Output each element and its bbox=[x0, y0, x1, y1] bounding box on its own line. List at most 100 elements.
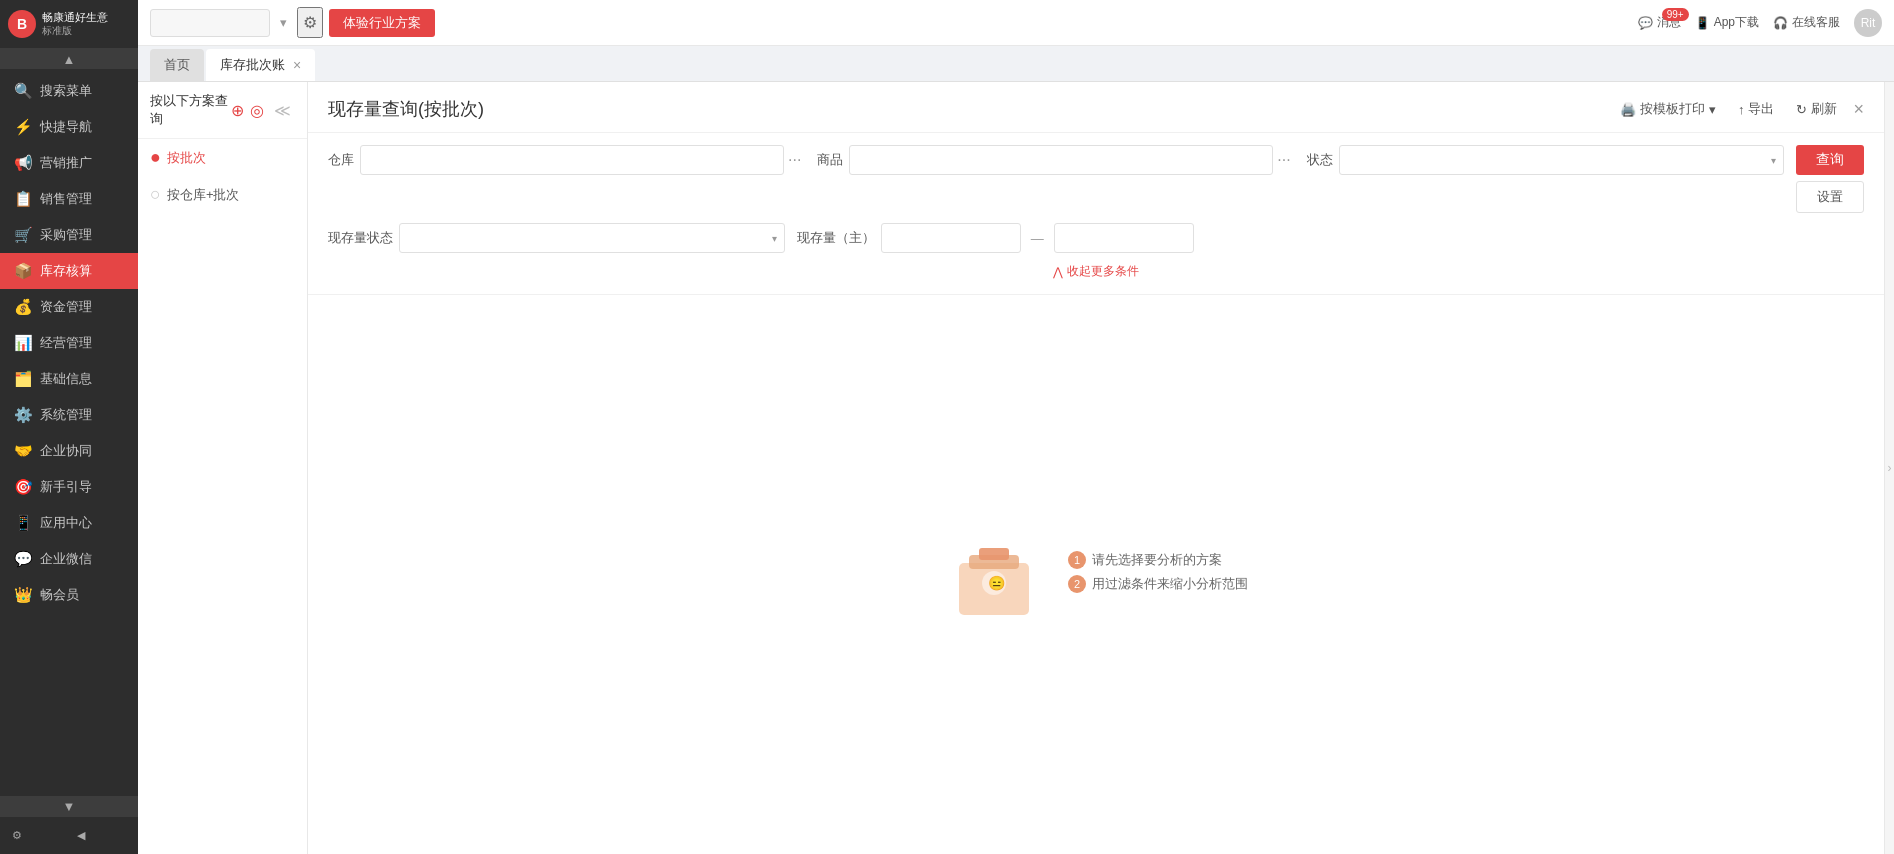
online-service-button[interactable]: 🎧 在线客服 bbox=[1773, 14, 1840, 31]
sidebar-item-appstore[interactable]: 📱 应用中心 bbox=[0, 505, 138, 541]
sidebar-item-label: 搜索菜单 bbox=[40, 82, 92, 100]
hint-number-2: 2 bbox=[1068, 575, 1086, 593]
warehouse-dots-button[interactable]: ··· bbox=[784, 151, 805, 169]
close-page-button[interactable]: × bbox=[1853, 99, 1864, 120]
app-title: 畅康通好生意 bbox=[42, 10, 108, 24]
sidebar-item-finance[interactable]: 💰 资金管理 bbox=[0, 289, 138, 325]
status-filter-label: 状态 bbox=[1307, 151, 1333, 169]
settings-button[interactable]: 设置 bbox=[1796, 181, 1864, 213]
sidebar-item-marketing[interactable]: 📢 营销推广 bbox=[0, 145, 138, 181]
scheme-item-by-warehouse-batch[interactable]: ○ 按仓库+批次 bbox=[138, 176, 307, 213]
messages-button[interactable]: 💬 消息 99+ bbox=[1638, 14, 1681, 31]
sidebar-item-member[interactable]: 👑 畅会员 bbox=[0, 577, 138, 613]
sidebar-item-search[interactable]: 🔍 搜索菜单 bbox=[0, 73, 138, 109]
refresh-button[interactable]: ↻ 刷新 bbox=[1790, 96, 1843, 122]
svg-rect-2 bbox=[979, 548, 1009, 560]
app-download-button[interactable]: 📱 App下载 bbox=[1695, 14, 1759, 31]
print-chevron-icon: ▾ bbox=[1709, 102, 1716, 117]
sidebar: B 畅康通好生意 标准版 ▲ 🔍 搜索菜单 ⚡ 快捷导航 📢 营销推广 📋 销售 bbox=[0, 0, 138, 854]
left-panel-actions: ⊕ ◎ ≪ bbox=[231, 97, 295, 124]
messages-badge: 99+ bbox=[1662, 8, 1689, 21]
sidebar-item-label: 销售管理 bbox=[40, 190, 92, 208]
product-dots-button[interactable]: ··· bbox=[1273, 151, 1294, 169]
inventory-status-label: 现存量状态 bbox=[328, 229, 393, 247]
side-collapse-handle[interactable]: › bbox=[1884, 82, 1894, 854]
sidebar-item-label: 企业协同 bbox=[40, 442, 92, 460]
collapse-filter-button[interactable]: ⋀ 收起更多条件 bbox=[1051, 261, 1141, 282]
refresh-label: 刷新 bbox=[1811, 100, 1837, 118]
empty-svg: 😑 bbox=[944, 525, 1044, 625]
sidebar-settings-button[interactable]: ⚙ bbox=[8, 825, 65, 846]
filter-area: 仓库 ··· 商品 ··· bbox=[308, 133, 1884, 295]
message-icon: 💬 bbox=[1638, 16, 1653, 30]
settings-icon: ⚙ bbox=[12, 829, 22, 842]
tab-inventory-batch[interactable]: 库存批次账 × bbox=[206, 49, 315, 81]
sidebar-item-basic[interactable]: 🗂️ 基础信息 bbox=[0, 361, 138, 397]
enterprise-icon: 🤝 bbox=[14, 442, 32, 460]
side-collapse-icon: › bbox=[1888, 461, 1892, 475]
topbar-right: 💬 消息 99+ 📱 App下载 🎧 在线客服 Rit bbox=[1638, 9, 1882, 37]
gear-icon: ⚙ bbox=[303, 14, 317, 31]
topbar-search-input[interactable] bbox=[150, 9, 270, 37]
inventory-amount-max-input[interactable] bbox=[1054, 223, 1194, 253]
quick-nav-icon: ⚡ bbox=[14, 118, 32, 136]
product-filter-label: 商品 bbox=[817, 151, 843, 169]
trial-button[interactable]: 体验行业方案 bbox=[329, 9, 435, 37]
sidebar-item-inventory[interactable]: 📦 库存核算 bbox=[0, 253, 138, 289]
topbar-settings-button[interactable]: ⚙ bbox=[297, 7, 323, 38]
export-button[interactable]: ↑ 导出 bbox=[1732, 96, 1781, 122]
warehouse-filter-label: 仓库 bbox=[328, 151, 354, 169]
basic-icon: 🗂️ bbox=[14, 370, 32, 388]
scheme-label: 按仓库+批次 bbox=[167, 186, 240, 204]
collapse-filter-label: 收起更多条件 bbox=[1067, 263, 1139, 280]
left-panel-title: 按以下方案查询 bbox=[150, 92, 231, 128]
marketing-icon: 📢 bbox=[14, 154, 32, 172]
empty-hints: 1 请先选择要分析的方案 2 用过滤条件来缩小分析范围 bbox=[1068, 551, 1248, 599]
status-filter-select[interactable] bbox=[1339, 145, 1784, 175]
sidebar-item-label: 库存核算 bbox=[40, 262, 92, 280]
sidebar-item-purchase[interactable]: 🛒 采购管理 bbox=[0, 217, 138, 253]
query-button[interactable]: 查询 bbox=[1796, 145, 1864, 175]
sidebar-item-operations[interactable]: 📊 经营管理 bbox=[0, 325, 138, 361]
tab-home[interactable]: 首页 bbox=[150, 49, 204, 81]
sidebar-item-label: 营销推广 bbox=[40, 154, 92, 172]
inventory-icon: 📦 bbox=[14, 262, 32, 280]
user-avatar[interactable]: Rit bbox=[1854, 9, 1882, 37]
scheme-item-by-batch[interactable]: ● 按批次 bbox=[138, 139, 307, 176]
sidebar-collapse-button[interactable]: ◀ bbox=[73, 825, 130, 846]
print-button[interactable]: 🖨️ 按模板打印 ▾ bbox=[1614, 96, 1722, 122]
app-logo: B bbox=[8, 10, 36, 38]
scheme-active-icon: ● bbox=[150, 147, 161, 168]
panel-collapse-button[interactable]: ≪ bbox=[270, 97, 295, 124]
sidebar-item-label: 畅会员 bbox=[40, 586, 79, 604]
sales-icon: 📋 bbox=[14, 190, 32, 208]
sidebar-scroll-up[interactable]: ▲ bbox=[0, 49, 138, 69]
left-panel-items: ● 按批次 ○ 按仓库+批次 bbox=[138, 139, 307, 854]
inventory-status-select[interactable] bbox=[399, 223, 785, 253]
add-scheme-button[interactable]: ⊕ bbox=[231, 97, 244, 124]
inventory-amount-min-input[interactable] bbox=[881, 223, 1021, 253]
page-header: 现存量查询(按批次) 🖨️ 按模板打印 ▾ ↑ 导出 ↻ bbox=[308, 82, 1884, 133]
sidebar-item-enterprise[interactable]: 🤝 企业协同 bbox=[0, 433, 138, 469]
sidebar-scroll-down[interactable]: ▼ bbox=[0, 796, 138, 816]
wechat-icon: 💬 bbox=[14, 550, 32, 568]
sidebar-item-sales[interactable]: 📋 销售管理 bbox=[0, 181, 138, 217]
topbar-chevron-icon[interactable]: ▾ bbox=[276, 15, 291, 30]
topbar: ▾ ⚙ 体验行业方案 💬 消息 99+ 📱 App下载 🎧 在线 bbox=[138, 0, 1894, 46]
scheme-settings-button[interactable]: ◎ bbox=[250, 97, 264, 124]
sidebar-item-label: 资金管理 bbox=[40, 298, 92, 316]
search-icon: 🔍 bbox=[14, 82, 32, 100]
tab-close-icon[interactable]: × bbox=[293, 57, 301, 73]
sidebar-item-label: 应用中心 bbox=[40, 514, 92, 532]
warehouse-filter-input[interactable] bbox=[360, 145, 784, 175]
empty-illustration: 😑 bbox=[944, 525, 1044, 625]
right-content: 现存量查询(按批次) 🖨️ 按模板打印 ▾ ↑ 导出 ↻ bbox=[308, 82, 1884, 854]
sidebar-item-quick-nav[interactable]: ⚡ 快捷导航 bbox=[0, 109, 138, 145]
sidebar-item-wechat[interactable]: 💬 企业微信 bbox=[0, 541, 138, 577]
app-download-label: App下载 bbox=[1714, 14, 1759, 31]
product-filter-input[interactable] bbox=[849, 145, 1273, 175]
app-info: 畅康通好生意 标准版 bbox=[42, 10, 108, 38]
sidebar-item-newbie[interactable]: 🎯 新手引导 bbox=[0, 469, 138, 505]
sidebar-item-label: 经营管理 bbox=[40, 334, 92, 352]
sidebar-item-system[interactable]: ⚙️ 系统管理 bbox=[0, 397, 138, 433]
